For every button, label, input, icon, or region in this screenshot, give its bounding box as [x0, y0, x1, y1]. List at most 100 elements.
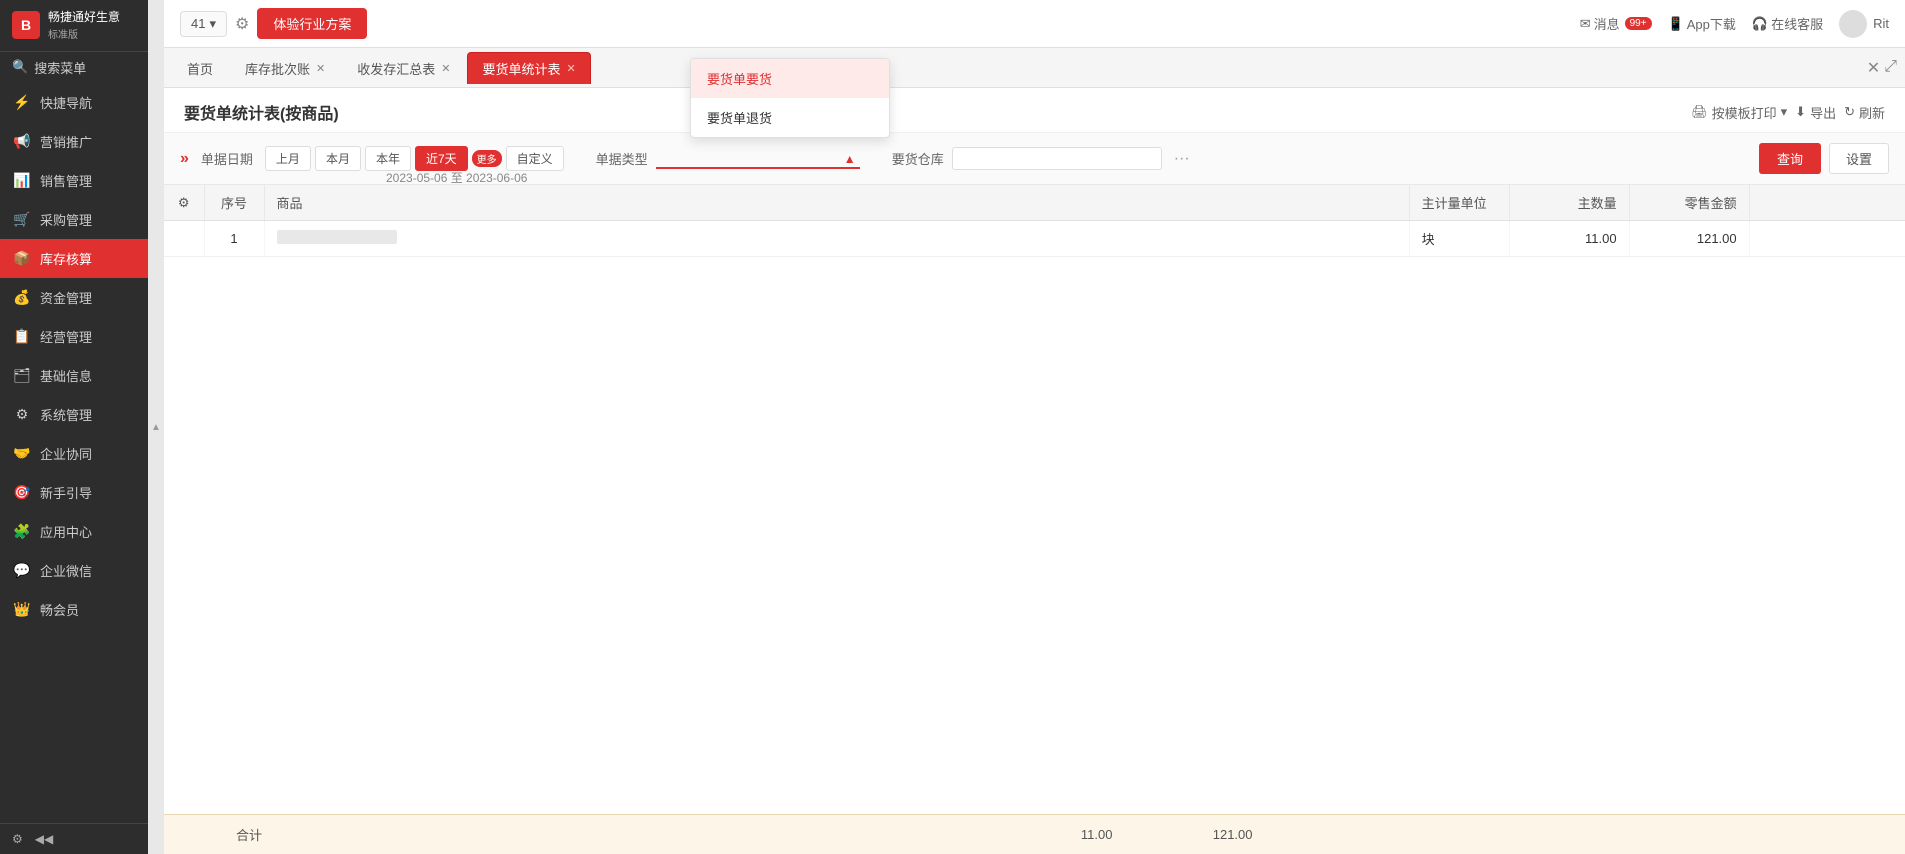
user-name: Rit	[1873, 16, 1889, 31]
sidebar-item-inventory[interactable]: 📦 库存核算	[0, 239, 148, 278]
message-icon: ✉	[1580, 16, 1591, 32]
page-header: 要货单统计表(按商品) 🖨 按模板打印 ▾ ⬇ 导出 ↻ 刷新	[164, 88, 1905, 133]
type-label: 单据类型	[596, 149, 648, 168]
filter-toggle-btn[interactable]: »	[180, 150, 189, 168]
inventory-icon: 📦	[12, 250, 32, 267]
logo-icon: B	[12, 11, 40, 39]
download-icon: 📱	[1668, 16, 1684, 32]
date-btn-custom[interactable]: 自定义	[506, 146, 564, 171]
tab-close-all-icon[interactable]: ✕	[1867, 58, 1880, 78]
sidebar-item-guide[interactable]: 🎯 新手引导	[0, 473, 148, 512]
settings-icon[interactable]: ⚙	[12, 832, 23, 846]
page-title: 要货单统计表(按商品)	[184, 100, 339, 124]
quick-nav-icon: ⚡	[12, 94, 32, 111]
tab-close-inventory-batch[interactable]: ✕	[316, 62, 325, 75]
table-area: ⚙ 序号 商品 主计量单位 主数量 零售金额 1	[164, 185, 1905, 814]
tab-close-goods-order-stats[interactable]: ✕	[567, 62, 576, 75]
filter-more-btn[interactable]: ···	[1174, 150, 1190, 168]
sidebar-item-operation[interactable]: 📋 经营管理	[0, 317, 148, 356]
collab-icon: 🤝	[12, 445, 32, 462]
tabs-right-actions: ✕ ⤢	[1867, 58, 1897, 78]
sidebar-collapse-handle[interactable]: ▲	[148, 0, 164, 854]
date-label: 单据日期	[201, 149, 253, 168]
topbar-left: 41 ▾ ⚙ 体验行业方案	[180, 8, 1568, 39]
col-header-unit: 主计量单位	[1409, 185, 1509, 221]
cell-extra	[1749, 221, 1905, 257]
sidebar-item-appstore[interactable]: 🧩 应用中心	[0, 512, 148, 551]
tab-goods-order-stats[interactable]: 要货单统计表 ✕	[467, 52, 590, 84]
dropdown-item-order-goods[interactable]: 要货单要货	[691, 88, 889, 98]
tab-collect-summary[interactable]: 收发存汇总表 ✕	[342, 52, 465, 84]
guide-icon: 🎯	[12, 484, 32, 501]
sidebar-item-collab[interactable]: 🤝 企业协同	[0, 434, 148, 473]
cell-amount: 121.00	[1629, 221, 1749, 257]
date-btn-last-7-days[interactable]: 近7天	[415, 146, 468, 171]
collapse-icon[interactable]: ◀◀	[35, 832, 53, 846]
message-btn[interactable]: ✉ 消息 99+	[1580, 14, 1652, 33]
type-select-wrapper: ▲	[656, 148, 860, 169]
footer-amount: 121.00	[1145, 827, 1265, 842]
finance-icon: 💰	[12, 289, 32, 306]
company-selector[interactable]: 41 ▾	[180, 11, 227, 37]
column-settings-icon[interactable]: ⚙	[178, 195, 190, 210]
industry-btn[interactable]: 体验行业方案	[257, 8, 367, 39]
online-service-btn[interactable]: 🎧 在线客服	[1752, 14, 1823, 33]
warehouse-input[interactable]	[952, 147, 1162, 170]
type-select-input[interactable]	[656, 148, 860, 169]
cell-unit: 块	[1409, 221, 1509, 257]
template-print-btn[interactable]: 🖨 按模板打印 ▾	[1691, 103, 1787, 122]
basic-icon: 🗂	[12, 367, 32, 384]
setting-btn[interactable]: 设置	[1829, 143, 1889, 174]
print-icon: 🖨	[1691, 104, 1708, 120]
table-body: 1 块 11.00 121.00	[164, 221, 1905, 257]
type-select-arrow-icon[interactable]: ▲	[844, 152, 856, 166]
warehouse-filter-group: 要货仓库 ···	[892, 147, 1190, 170]
tab-inventory-batch[interactable]: 库存批次账 ✕	[230, 52, 340, 84]
operation-icon: 📋	[12, 328, 32, 345]
tabs-bar: 首页 库存批次账 ✕ 收发存汇总表 ✕ 要货单统计表 ✕ ✕ ⤢	[164, 48, 1905, 88]
sidebar-item-wechat[interactable]: 💬 企业微信	[0, 551, 148, 590]
tab-home[interactable]: 首页	[172, 52, 228, 84]
col-header-qty: 主数量	[1509, 185, 1629, 221]
export-btn[interactable]: ⬇ 导出	[1795, 103, 1836, 122]
sidebar-item-basic[interactable]: 🗂 基础信息	[0, 356, 148, 395]
main-area: 41 ▾ ⚙ 体验行业方案 ✉ 消息 99+ 📱 App下载 🎧 在线客服 R	[164, 0, 1905, 854]
dropdown-item-order-return[interactable]: 要货单退货	[691, 98, 889, 137]
topbar-gear-icon[interactable]: ⚙	[235, 14, 249, 34]
sidebar-item-marketing[interactable]: 📢 营销推广	[0, 122, 148, 161]
app-download-btn[interactable]: 📱 App下载	[1668, 14, 1736, 33]
sidebar-item-purchase[interactable]: 🛒 采购管理	[0, 200, 148, 239]
sidebar-menu: ⚡ 快捷导航 📢 营销推广 📊 销售管理 🛒 采购管理 📦 库存核算 💰 资金管…	[0, 83, 148, 823]
sidebar-item-finance[interactable]: 💰 资金管理	[0, 278, 148, 317]
col-header-settings[interactable]: ⚙	[164, 185, 204, 221]
date-btn-last-month[interactable]: 上月	[265, 146, 311, 171]
topbar-right: ✉ 消息 99+ 📱 App下载 🎧 在线客服 Rit	[1580, 10, 1889, 38]
date-filter-group: 上月 本月 本年 近7天 更多 自定义	[265, 146, 564, 171]
sidebar-logo: B 畅捷通好生意 标准版	[0, 0, 148, 52]
appstore-icon: 🧩	[12, 523, 32, 540]
tab-close-collect-summary[interactable]: ✕	[441, 62, 450, 75]
sidebar-item-sales[interactable]: 📊 销售管理	[0, 161, 148, 200]
export-icon: ⬇	[1795, 104, 1806, 120]
tab-expand-icon[interactable]: ⤢	[1884, 58, 1897, 78]
warehouse-label: 要货仓库	[892, 149, 944, 168]
col-header-extra	[1749, 185, 1905, 221]
date-btn-this-month[interactable]: 本月	[315, 146, 361, 171]
sidebar-item-system[interactable]: ⚙ 系统管理	[0, 395, 148, 434]
refresh-btn[interactable]: ↻ 刷新	[1844, 103, 1885, 122]
sales-icon: 📊	[12, 172, 32, 189]
print-arrow-icon: ▾	[1781, 104, 1788, 120]
goods-placeholder	[277, 230, 397, 244]
search-icon: 🔍	[12, 59, 28, 75]
marketing-icon: 📢	[12, 133, 32, 150]
user-avatar-area[interactable]: Rit	[1839, 10, 1889, 38]
message-badge: 99+	[1625, 17, 1652, 30]
sidebar-search[interactable]: 🔍 搜索菜单	[0, 52, 148, 83]
sidebar-item-member[interactable]: 👑 畅会员	[0, 590, 148, 629]
cell-goods	[264, 221, 1409, 257]
query-btn[interactable]: 查询	[1759, 143, 1821, 174]
cell-num: 1	[204, 221, 264, 257]
date-btn-this-year[interactable]: 本年	[365, 146, 411, 171]
sidebar-item-quick-nav[interactable]: ⚡ 快捷导航	[0, 83, 148, 122]
avatar	[1839, 10, 1867, 38]
